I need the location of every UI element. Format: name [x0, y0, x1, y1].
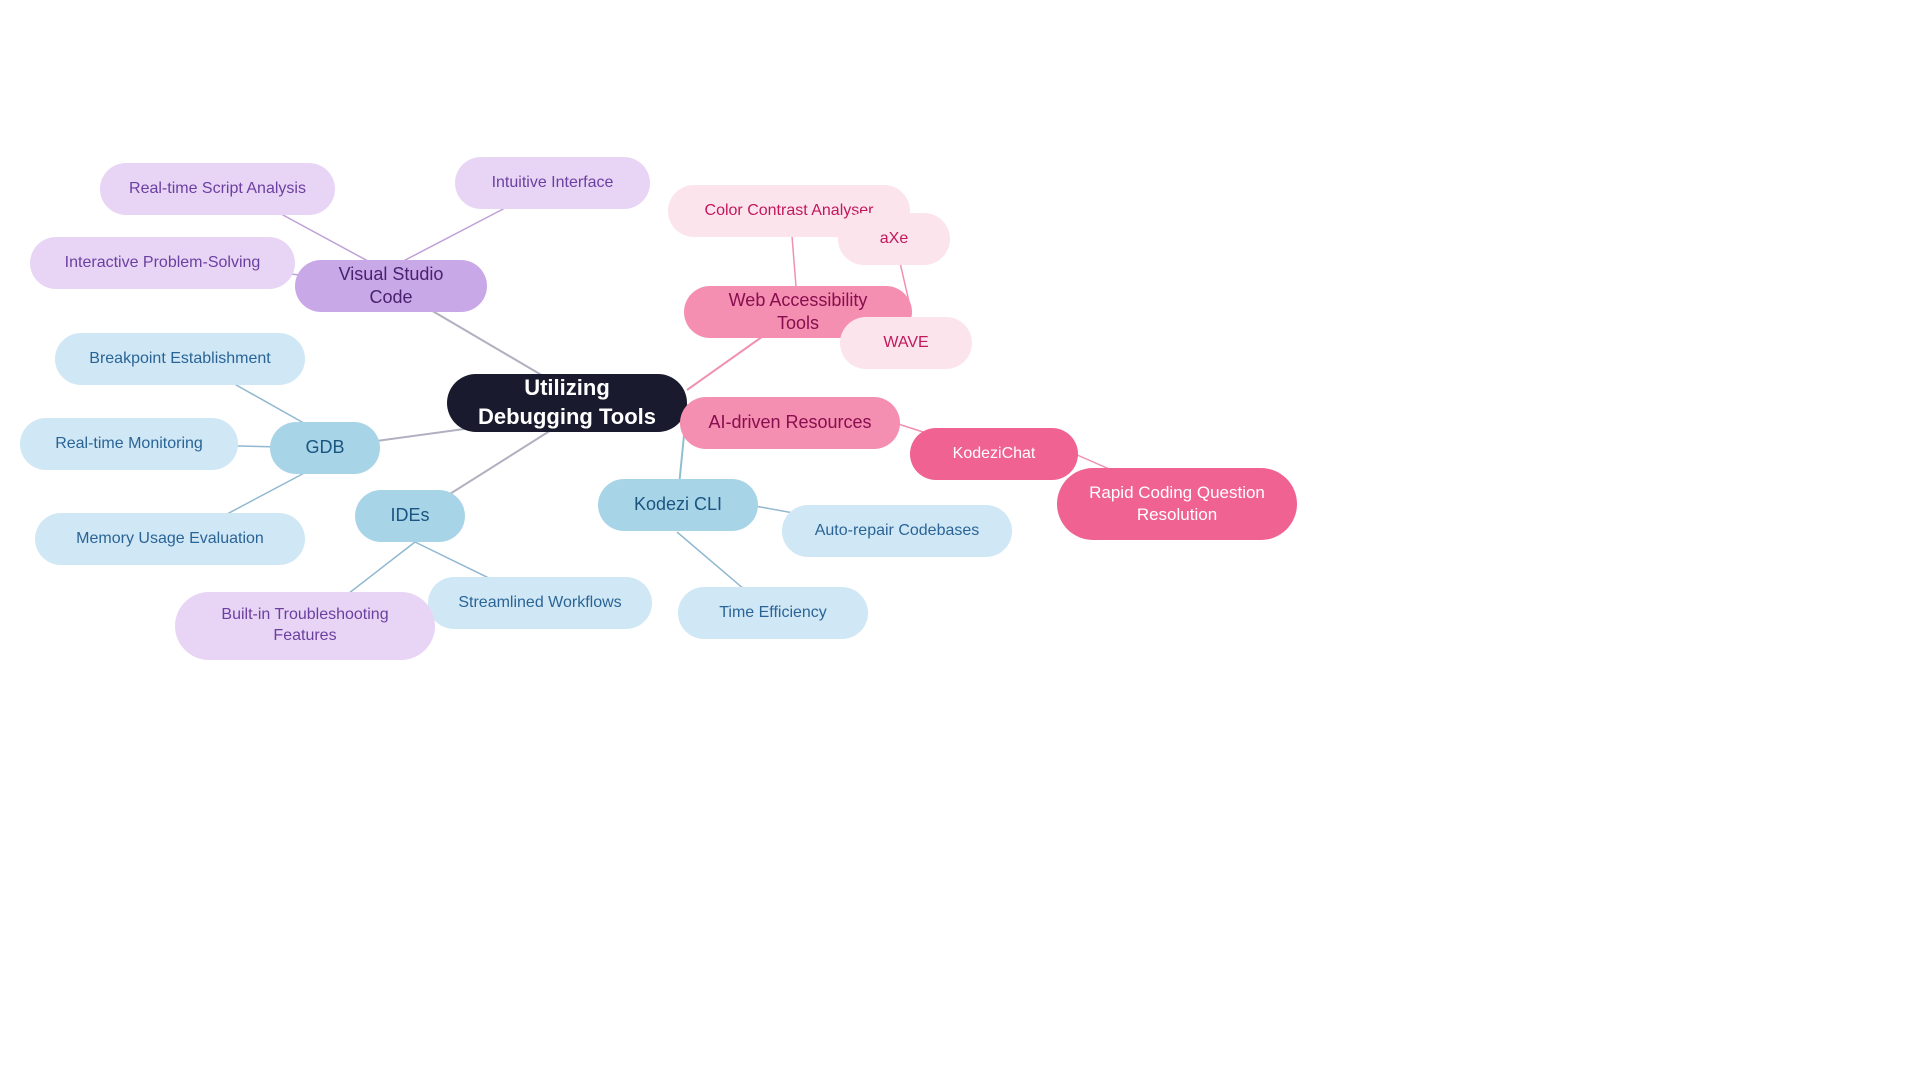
node-rapid-coding[interactable]: Rapid Coding Question Resolution	[1057, 468, 1297, 540]
node-real-time-script[interactable]: Real-time Script Analysis	[100, 163, 335, 215]
node-intuitive-interface[interactable]: Intuitive Interface	[455, 157, 650, 209]
node-gdb[interactable]: GDB	[270, 422, 380, 474]
node-memory-usage[interactable]: Memory Usage Evaluation	[35, 513, 305, 565]
node-kodezi-chat[interactable]: KodeziChat	[910, 428, 1078, 480]
node-auto-repair[interactable]: Auto-repair Codebases	[782, 505, 1012, 557]
node-axe[interactable]: aXe	[838, 213, 950, 265]
node-kodezi-cli[interactable]: Kodezi CLI	[598, 479, 758, 531]
node-interactive-problem[interactable]: Interactive Problem-Solving	[30, 237, 295, 289]
node-built-in[interactable]: Built-in Troubleshooting Features	[175, 592, 435, 660]
node-visual-studio-code[interactable]: Visual Studio Code	[295, 260, 487, 312]
node-breakpoint[interactable]: Breakpoint Establishment	[55, 333, 305, 385]
node-real-time-monitoring[interactable]: Real-time Monitoring	[20, 418, 238, 470]
node-streamlined[interactable]: Streamlined Workflows	[428, 577, 652, 629]
node-ides[interactable]: IDEs	[355, 490, 465, 542]
node-time-efficiency[interactable]: Time Efficiency	[678, 587, 868, 639]
center-node: Utilizing Debugging Tools	[447, 374, 687, 432]
node-wave[interactable]: WAVE	[840, 317, 972, 369]
node-ai-driven[interactable]: AI-driven Resources	[680, 397, 900, 449]
